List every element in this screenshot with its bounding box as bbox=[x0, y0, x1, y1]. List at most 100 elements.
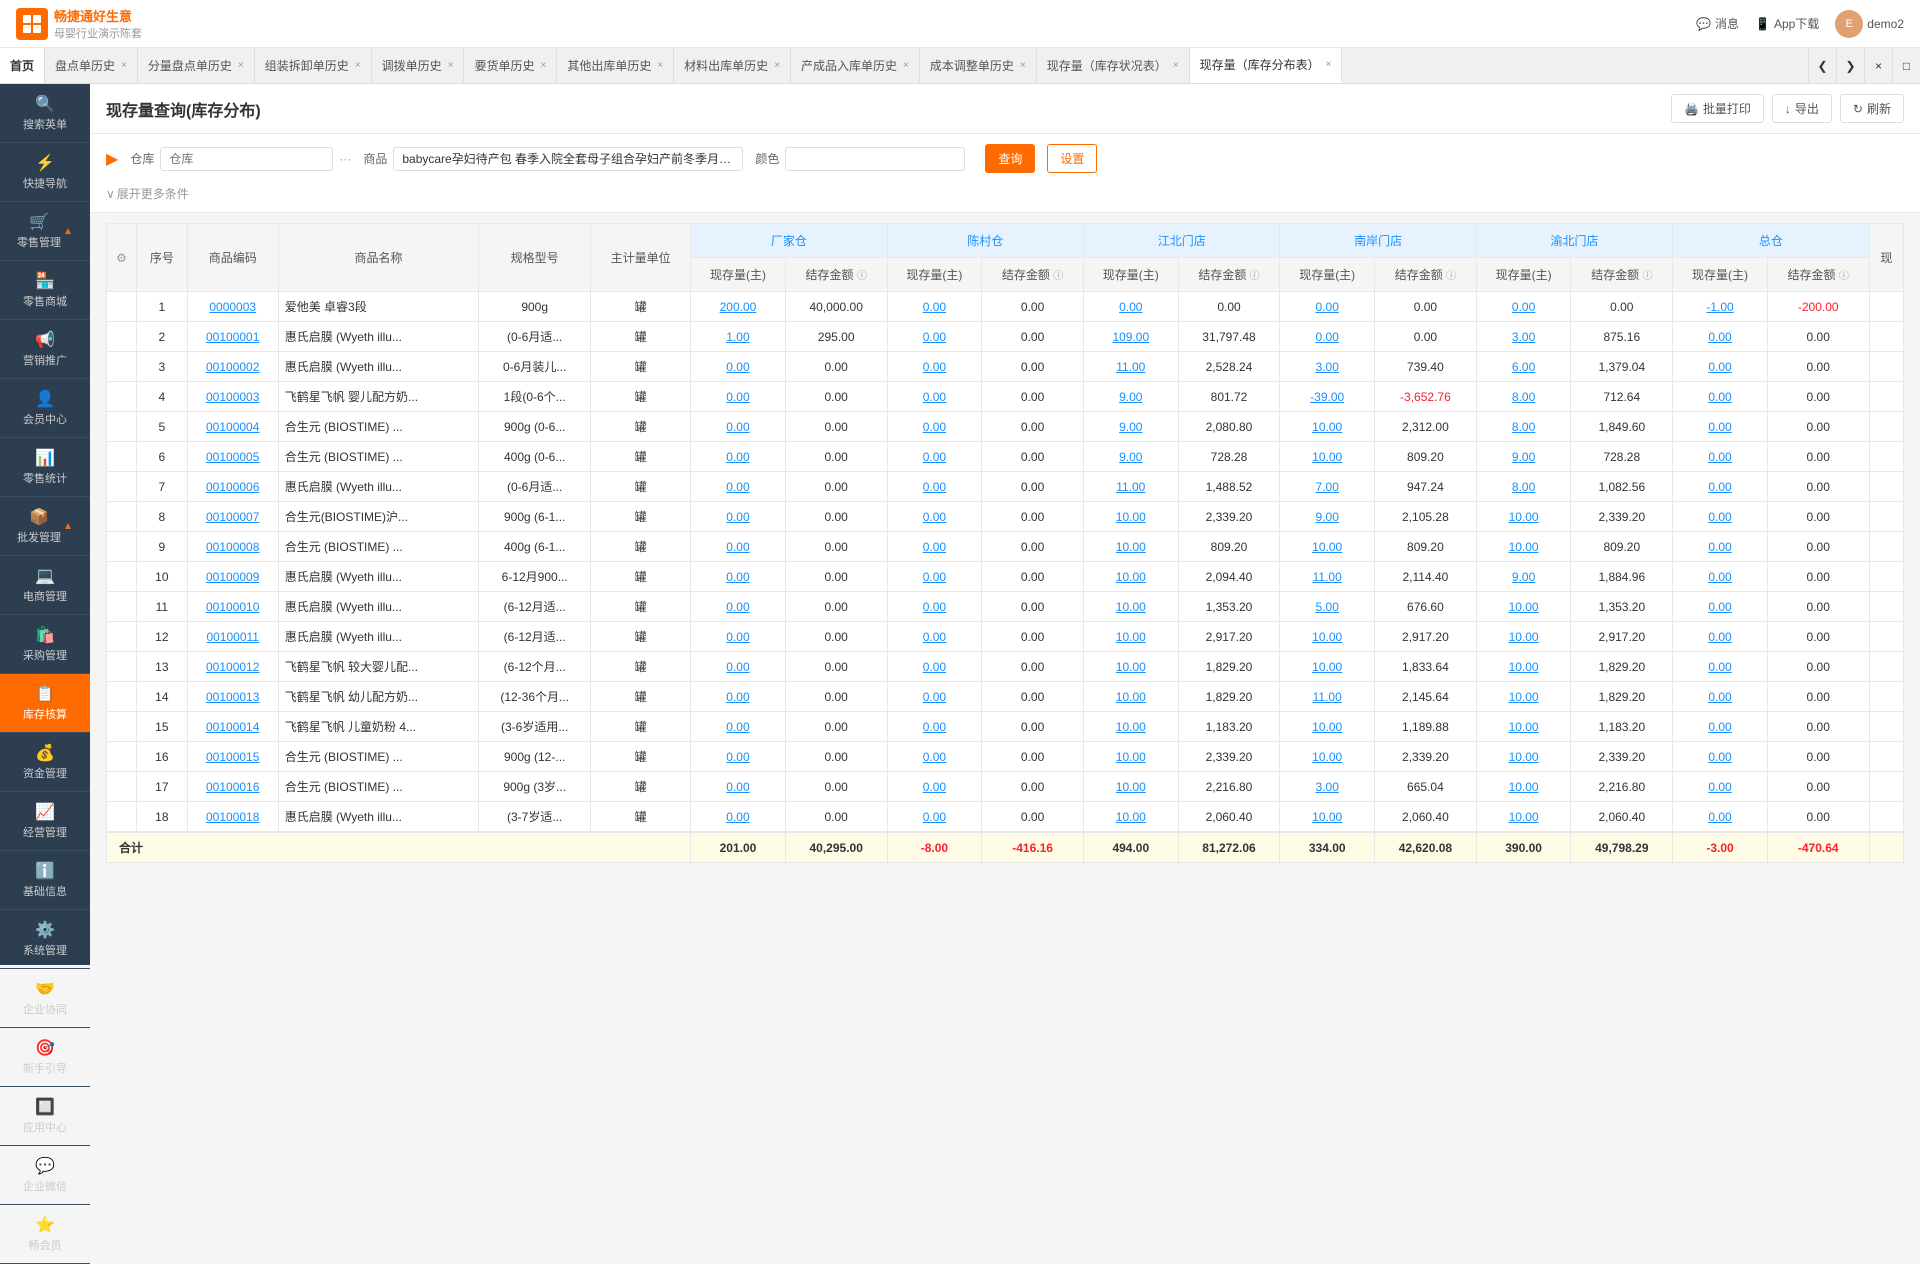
tab-home[interactable]: 首页 bbox=[0, 48, 45, 83]
col-group-nanan: 南岸门店 bbox=[1280, 224, 1476, 258]
table-row: 18 00100018 惠氏启膜 (Wyeth illu... (3-7岁适..… bbox=[107, 802, 1904, 833]
tab-chengpinru[interactable]: 产成品入库单历史× bbox=[791, 48, 920, 83]
cell-total-stock: 0.00 bbox=[1673, 562, 1768, 592]
cell-chenshi-amount: 0.00 bbox=[982, 622, 1084, 652]
sidebar-item-wholesale[interactable]: 📦 批发管理 ▲ bbox=[0, 497, 90, 556]
message-btn[interactable]: 💬 消息 bbox=[1696, 15, 1739, 32]
query-btn[interactable]: 查询 bbox=[985, 144, 1035, 173]
col-settings[interactable]: ⚙ bbox=[107, 224, 137, 292]
cell-chenshi-amount: 0.00 bbox=[982, 592, 1084, 622]
user-menu[interactable]: E demo2 bbox=[1835, 10, 1904, 38]
cell-jiangbei-stock: 10.00 bbox=[1084, 532, 1179, 562]
refresh-btn[interactable]: ↻ 刷新 bbox=[1840, 94, 1904, 123]
sidebar-item-member[interactable]: 👤 会员中心 bbox=[0, 379, 90, 438]
tab-pandian[interactable]: 盘点单历史× bbox=[45, 48, 138, 83]
tab-close-diaob[interactable]: × bbox=[448, 60, 454, 71]
sidebar-item-app-center[interactable]: 🔲 应用中心 bbox=[0, 1087, 90, 1146]
tab-kucun-fen[interactable]: 现存量（库存分布表）× bbox=[1190, 48, 1343, 83]
sidebar-item-retail-stats[interactable]: 📊 零售统计 bbox=[0, 438, 90, 497]
tab-yaohuo[interactable]: 要货单历史× bbox=[464, 48, 557, 83]
cell-chenshi-amount: 0.00 bbox=[982, 802, 1084, 833]
cell-jiubei-amount: 1,353.20 bbox=[1571, 592, 1673, 622]
page-header: 现存量查询(库存分布) 🖨️ 批量打印 ↓ 导出 ↻ 刷新 bbox=[90, 84, 1920, 134]
tab-kucun-zhuang[interactable]: 现存量（库存状况表）× bbox=[1037, 48, 1190, 83]
settings-btn[interactable]: 设置 bbox=[1047, 144, 1097, 173]
cell-factory-stock: 0.00 bbox=[691, 742, 786, 772]
tab-diaob[interactable]: 调拨单历史× bbox=[372, 48, 465, 83]
col-group-jiubei: 渝北门店 bbox=[1476, 224, 1672, 258]
cell-chenshi-stock: 0.00 bbox=[887, 652, 982, 682]
tab-prev-btn[interactable]: ❮ bbox=[1808, 48, 1836, 84]
tab-close-qitachu[interactable]: × bbox=[657, 60, 663, 71]
tab-close-kucun-zhuang[interactable]: × bbox=[1173, 60, 1179, 71]
product-input[interactable] bbox=[393, 147, 743, 171]
tab-close-fenliang[interactable]: × bbox=[238, 60, 244, 71]
sidebar-item-ecom[interactable]: 💻 电商管理 bbox=[0, 556, 90, 615]
sidebar-item-marketing[interactable]: 📢 营销推广 bbox=[0, 320, 90, 379]
tab-close-yaohuo[interactable]: × bbox=[540, 60, 546, 71]
cell-no: 2 bbox=[137, 322, 188, 352]
cell-nanan-amount: 809.20 bbox=[1374, 532, 1476, 562]
cell-factory-amount: 0.00 bbox=[785, 562, 887, 592]
tab-close-chenben[interactable]: × bbox=[1020, 60, 1026, 71]
table-row: 7 00100006 惠氏启膜 (Wyeth illu... (0-6月适...… bbox=[107, 472, 1904, 502]
tab-close-chengpinru[interactable]: × bbox=[903, 60, 909, 71]
batch-print-btn[interactable]: 🖨️ 批量打印 bbox=[1671, 94, 1764, 123]
table-row: 1 0000003 爱他美 卓睿3段 900g 罐 200.00 40,000.… bbox=[107, 292, 1904, 322]
cell-name: 惠氏启膜 (Wyeth illu... bbox=[278, 592, 479, 622]
tab-next-btn[interactable]: ❯ bbox=[1836, 48, 1864, 84]
tab-cailiaochu[interactable]: 材料出库单历史× bbox=[674, 48, 791, 83]
cell-jiubei-stock: 6.00 bbox=[1476, 352, 1571, 382]
tab-fenliang[interactable]: 分量盘点单历史× bbox=[138, 48, 255, 83]
logo-subtitle: 母婴行业演示陈套 bbox=[54, 25, 142, 41]
tab-expand-btn[interactable]: □ bbox=[1892, 48, 1920, 84]
sidebar-item-purchase[interactable]: 🛍️ 采购管理 bbox=[0, 615, 90, 674]
member-icon: 👤 bbox=[4, 389, 86, 409]
cell-nanan-amount: 2,060.40 bbox=[1374, 802, 1476, 833]
tab-close-pandian[interactable]: × bbox=[121, 60, 127, 71]
cell-nanan-amount: 665.04 bbox=[1374, 772, 1476, 802]
tab-chenben[interactable]: 成本调整单历史× bbox=[920, 48, 1037, 83]
cell-settings bbox=[107, 292, 137, 322]
cell-nanan-amount: 1,833.64 bbox=[1374, 652, 1476, 682]
sidebar-item-mall[interactable]: 🏪 零售商城 bbox=[0, 261, 90, 320]
tab-close-kucun-fen[interactable]: × bbox=[1326, 59, 1332, 70]
cell-nanan-stock: 7.00 bbox=[1280, 472, 1375, 502]
vip-icon: ⭐ bbox=[4, 1215, 86, 1235]
sidebar-item-nav[interactable]: ⚡ 快捷导航 bbox=[0, 143, 90, 202]
app-download-btn[interactable]: 📱 App下载 bbox=[1755, 15, 1819, 32]
cell-jiangbei-stock: 10.00 bbox=[1084, 622, 1179, 652]
sidebar-item-inventory[interactable]: 📋 库存核算 bbox=[0, 674, 90, 733]
message-icon: 💬 bbox=[1696, 17, 1711, 31]
cell-chenshi-stock: 0.00 bbox=[887, 562, 982, 592]
sidebar-item-vip[interactable]: ⭐ 畅会员 bbox=[0, 1205, 90, 1264]
col-total-amount: 结存金额 ⓘ bbox=[1767, 258, 1869, 292]
color-input[interactable] bbox=[785, 147, 965, 171]
tab-zuzhang[interactable]: 组装拆卸单历史× bbox=[255, 48, 372, 83]
sidebar-item-finance[interactable]: 💰 资金管理 bbox=[0, 733, 90, 792]
cell-jiangbei-amount: 1,829.20 bbox=[1178, 652, 1280, 682]
tab-close-cailiaochu[interactable]: × bbox=[774, 60, 780, 71]
orange-arrow-btn[interactable]: ▶ bbox=[106, 149, 118, 169]
cell-no: 15 bbox=[137, 712, 188, 742]
cell-settings bbox=[107, 742, 137, 772]
cell-factory-stock: 0.00 bbox=[691, 532, 786, 562]
sidebar-item-basics[interactable]: ℹ️ 基础信息 bbox=[0, 851, 90, 910]
sidebar-item-collab[interactable]: 🤝 企业协同 bbox=[0, 969, 90, 1028]
sidebar-item-search[interactable]: 🔍 搜索英单 bbox=[0, 84, 90, 143]
cell-settings bbox=[107, 442, 137, 472]
table-row: 3 00100002 惠氏启膜 (Wyeth illu... 0-6月装儿...… bbox=[107, 352, 1904, 382]
sidebar-item-system[interactable]: ⚙️ 系统管理 bbox=[0, 910, 90, 969]
warehouse-input[interactable] bbox=[160, 147, 333, 171]
sidebar-item-wechat[interactable]: 💬 企业微信 bbox=[0, 1146, 90, 1205]
sidebar-item-guide[interactable]: 🎯 新手引导 bbox=[0, 1028, 90, 1087]
tab-qitachu[interactable]: 其他出库单历史× bbox=[557, 48, 674, 83]
expand-btn[interactable]: ∨ 展开更多条件 bbox=[106, 185, 189, 202]
export-btn[interactable]: ↓ 导出 bbox=[1772, 94, 1832, 123]
tab-close-zuzhang[interactable]: × bbox=[355, 60, 361, 71]
sidebar-item-retail[interactable]: 🛒 零售管理 ▲ bbox=[0, 202, 90, 261]
tab-close-all-btn[interactable]: × bbox=[1864, 48, 1892, 84]
cell-factory-amount: 0.00 bbox=[785, 472, 887, 502]
sidebar-item-operation[interactable]: 📈 经营管理 bbox=[0, 792, 90, 851]
cell-spec: 900g (6-1... bbox=[479, 502, 591, 532]
